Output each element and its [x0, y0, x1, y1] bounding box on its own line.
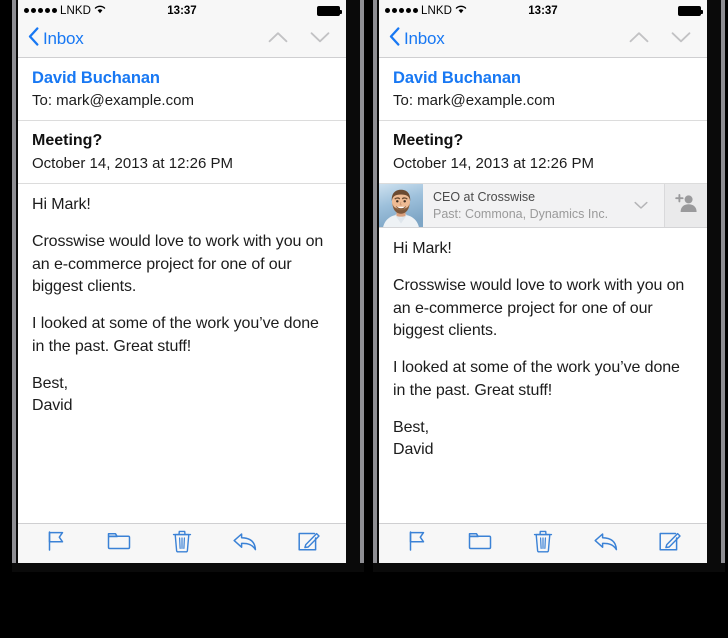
folder-button[interactable] — [463, 529, 497, 559]
phone-bezel-right — [360, 0, 364, 564]
message-navigation-arrows — [629, 30, 697, 48]
folder-icon — [468, 531, 492, 556]
linkedin-headline: CEO at Crosswise — [433, 189, 536, 204]
mail-toolbar — [379, 523, 707, 563]
phone-bezel-bottom — [12, 563, 364, 572]
back-button-label: Inbox — [43, 29, 84, 48]
screen-left: LNKD 13:37 Inbox David Buchanan To: mark… — [18, 0, 346, 563]
chevron-left-icon — [28, 27, 39, 51]
chevron-left-icon — [389, 27, 400, 51]
message-navigation-arrows — [268, 30, 336, 48]
flag-icon — [407, 530, 427, 557]
battery-full-icon — [678, 5, 703, 16]
trash-icon — [172, 530, 192, 558]
compose-button[interactable] — [291, 529, 325, 559]
status-bar: LNKD 13:37 — [18, 0, 346, 21]
linkedin-profile-card[interactable]: CEO at Crosswise Past: Commona, Dynamics… — [379, 184, 707, 229]
profile-photo — [379, 184, 423, 228]
add-person-icon — [675, 193, 697, 218]
folder-button[interactable] — [102, 529, 136, 559]
phone-left: LNKD 13:37 Inbox David Buchanan To: mark… — [12, 0, 364, 572]
battery-full-icon — [317, 5, 342, 16]
signal-strength-dots — [385, 8, 418, 13]
email-body: Hi Mark! Crosswise would love to work wi… — [379, 228, 707, 523]
email-header: David Buchanan To: mark@example.com — [379, 58, 707, 121]
folder-icon — [107, 531, 131, 556]
chevron-down-icon[interactable] — [671, 30, 691, 48]
reply-button[interactable] — [228, 529, 262, 559]
trash-button[interactable] — [165, 529, 199, 559]
phone-bezel-left — [373, 0, 377, 564]
chevron-down-icon — [634, 197, 648, 215]
sender-name[interactable]: David Buchanan — [32, 68, 332, 89]
compose-icon — [297, 530, 320, 558]
avatar — [379, 184, 423, 228]
back-to-inbox-button[interactable]: Inbox — [389, 27, 445, 51]
reply-button[interactable] — [589, 529, 623, 559]
phone-bezel-right — [721, 0, 725, 564]
status-bar-left: LNKD — [385, 4, 467, 17]
flag-button[interactable] — [39, 529, 73, 559]
linkedin-card-text: CEO at Crosswise Past: Commona, Dynamics… — [433, 189, 626, 223]
linkedin-card-body: CEO at Crosswise Past: Commona, Dynamics… — [423, 184, 665, 228]
screen-right: LNKD 13:37 Inbox David Buchanan To: mark… — [379, 0, 707, 563]
status-bar: LNKD 13:37 — [379, 0, 707, 21]
phone-bezel-left — [12, 0, 16, 564]
carrier-label: LNKD — [421, 4, 453, 17]
sender-name[interactable]: David Buchanan — [393, 68, 693, 89]
reply-arrow-icon — [593, 531, 619, 557]
body-paragraph: I looked at some of the work you’ve done… — [393, 359, 680, 399]
email-datetime: October 14, 2013 at 12:26 PM — [32, 155, 233, 173]
body-paragraph: Hi Mark! — [32, 196, 91, 214]
carrier-label: LNKD — [60, 4, 92, 17]
email-header: David Buchanan To: mark@example.com — [18, 58, 346, 121]
linkedin-expand-button[interactable] — [626, 197, 656, 215]
body-paragraph: Hi Mark! — [393, 240, 452, 258]
linkedin-past-positions: Past: Commona, Dynamics Inc. — [433, 206, 609, 221]
trash-icon — [533, 530, 553, 558]
trash-button[interactable] — [526, 529, 560, 559]
body-paragraph: Crosswise would love to work with you on… — [32, 233, 324, 296]
email-signature: Best, David — [393, 418, 434, 459]
compose-icon — [658, 530, 681, 558]
chevron-down-icon[interactable] — [310, 30, 330, 48]
phone-right: LNKD 13:37 Inbox David Buchanan To: mark… — [373, 0, 725, 572]
wifi-icon — [455, 4, 467, 17]
status-bar-right — [678, 5, 703, 16]
back-button-label: Inbox — [404, 29, 445, 48]
wifi-icon — [94, 4, 106, 17]
email-signature: Best, David — [32, 374, 73, 415]
back-to-inbox-button[interactable]: Inbox — [28, 27, 84, 51]
navigation-bar: Inbox — [18, 21, 346, 58]
navigation-bar: Inbox — [379, 21, 707, 58]
flag-button[interactable] — [400, 529, 434, 559]
email-body: Hi Mark! Crosswise would love to work wi… — [18, 184, 346, 523]
signal-strength-dots — [24, 8, 57, 13]
mail-toolbar — [18, 523, 346, 563]
email-subject: Meeting? — [393, 131, 464, 149]
phone-bezel-bottom — [373, 563, 725, 572]
email-datetime: October 14, 2013 at 12:26 PM — [393, 155, 594, 173]
body-paragraph: Crosswise would love to work with you on… — [393, 277, 685, 340]
body-paragraph: I looked at some of the work you’ve done… — [32, 315, 319, 355]
linkedin-connect-button[interactable] — [665, 184, 707, 228]
compose-button[interactable] — [652, 529, 686, 559]
recipient-line: To: mark@example.com — [393, 92, 555, 110]
flag-icon — [46, 530, 66, 557]
recipient-line: To: mark@example.com — [32, 92, 194, 110]
subject-block: Meeting? October 14, 2013 at 12:26 PM — [379, 121, 707, 185]
status-bar-left: LNKD — [24, 4, 106, 17]
status-bar-right — [317, 5, 342, 16]
screenshot-stage: LNKD 13:37 Inbox David Buchanan To: mark… — [0, 0, 728, 638]
email-subject: Meeting? — [32, 131, 103, 149]
reply-arrow-icon — [232, 531, 258, 557]
chevron-up-icon[interactable] — [629, 30, 649, 48]
subject-block: Meeting? October 14, 2013 at 12:26 PM — [18, 121, 346, 185]
chevron-up-icon[interactable] — [268, 30, 288, 48]
